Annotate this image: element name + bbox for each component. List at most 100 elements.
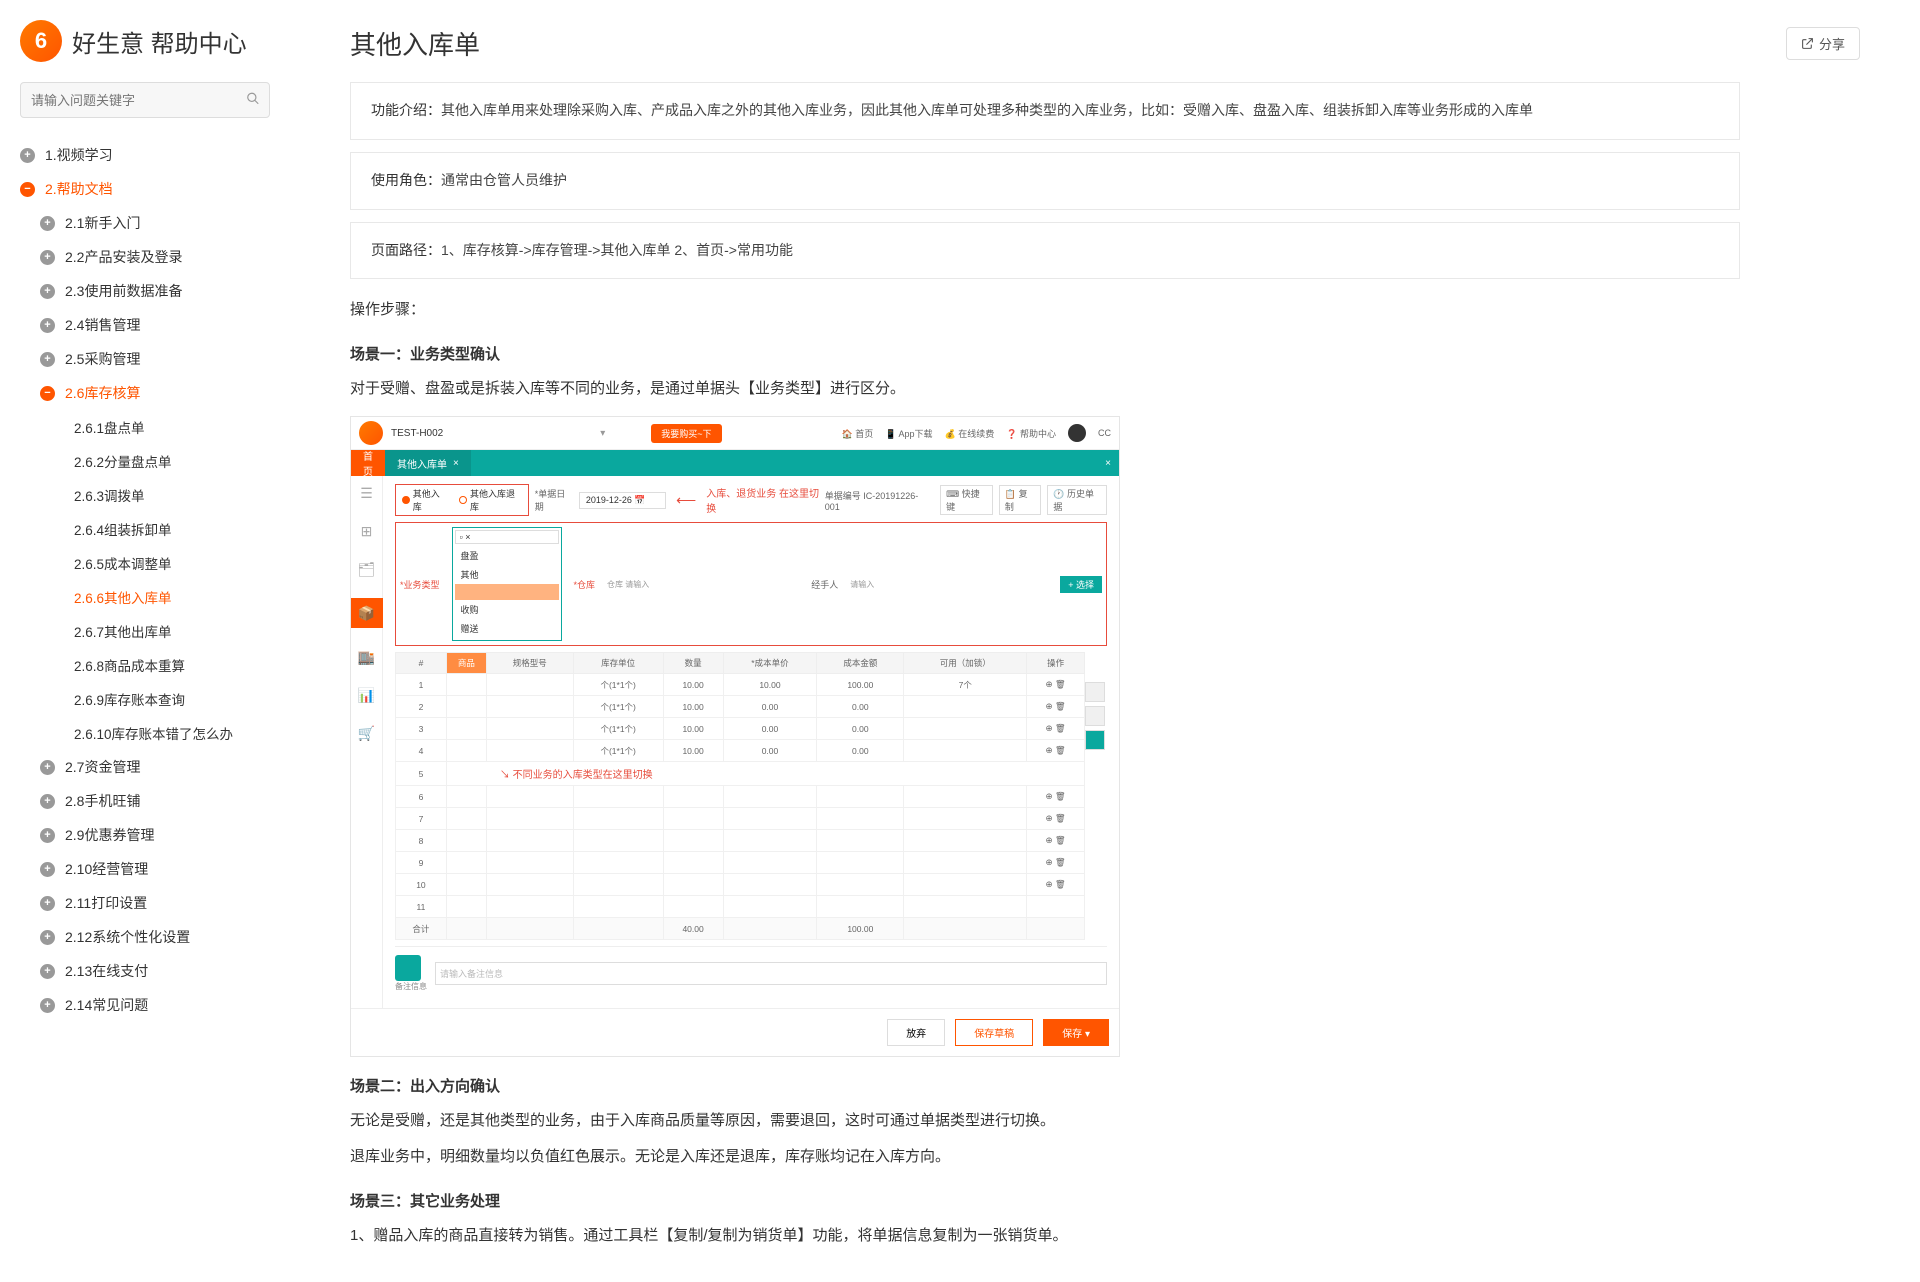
ss-radio-return: 其他入库退库 <box>459 487 522 513</box>
close-icon: × <box>453 458 459 469</box>
nav-2-6-8[interactable]: 2.6.8商品成本重算 <box>20 648 270 682</box>
nav-label: 2.6.9库存账本查询 <box>74 689 185 709</box>
nav-2-1[interactable]: +2.1新手入门 <box>20 206 270 240</box>
nav-label: 2.10经营管理 <box>65 859 148 879</box>
search-input[interactable] <box>20 82 270 118</box>
ss-wh-label: *仓库 <box>574 578 596 591</box>
plus-icon: + <box>40 862 55 877</box>
ss-nav-icon-active: 📦 <box>351 598 383 628</box>
nav-label: 2.7资金管理 <box>65 757 140 777</box>
nav-label: 2.8手机旺铺 <box>65 791 140 811</box>
ss-radio-group: 其他入库 其他入库退库 <box>395 484 529 516</box>
nav-2-12[interactable]: +2.12系统个性化设置 <box>20 920 270 954</box>
share-label: 分享 <box>1819 34 1845 53</box>
search-icon[interactable] <box>246 92 260 109</box>
logo-icon: 6 <box>20 20 62 62</box>
logo[interactable]: 6 好生意 帮助中心 <box>20 20 270 62</box>
table-row: 11 <box>396 896 1085 918</box>
nav-2-13[interactable]: +2.13在线支付 <box>20 954 270 988</box>
nav-label: 2.6.6其他入库单 <box>74 587 172 607</box>
nav-2-6-4[interactable]: 2.6.4组装拆卸单 <box>20 512 270 546</box>
ss-nav-icon: 🗂 <box>358 560 376 578</box>
plus-icon: + <box>20 148 35 163</box>
ss-top-app: 📱 App下载 <box>885 427 932 440</box>
nav-2-2[interactable]: +2.2产品安装及登录 <box>20 240 270 274</box>
table-row: 1个(1*1个)10.0010.00100.007个⊕ 🗑 <box>396 674 1085 696</box>
ss-nav-icon: ☰ <box>358 484 376 502</box>
ss-nav-icon: 📊 <box>358 686 376 704</box>
ss-rt-icon <box>1085 706 1105 726</box>
nav-2-4[interactable]: +2.4销售管理 <box>20 308 270 342</box>
plus-icon: + <box>40 318 55 333</box>
ss-annotation2: 不同业务的入库类型在这里切换 <box>513 770 653 781</box>
nav-2-3[interactable]: +2.3使用前数据准备 <box>20 274 270 308</box>
table-row: 9⊕ 🗑 <box>396 852 1085 874</box>
nav-2-5[interactable]: +2.5采购管理 <box>20 342 270 376</box>
ss-remark-row: 备注信息 请输入备注信息 <box>395 946 1107 1000</box>
plus-icon: + <box>40 352 55 367</box>
info-label: 使用角色： <box>371 172 441 188</box>
info-text: 1、库存核算->库存管理->其他入库单 2、首页->常用功能 <box>441 242 793 258</box>
ss-top-home: 🏠 首页 <box>842 427 874 440</box>
info-text: 其他入库单用来处理除采购入库、产成品入库之外的其他入库业务，因此其他入库单可处理… <box>441 102 1533 118</box>
ss-remark-label: 备注信息 <box>395 981 427 992</box>
nav-2-6-6[interactable]: 2.6.6其他入库单 <box>20 580 270 614</box>
nav-help-docs[interactable]: −2.帮助文档 <box>20 172 270 206</box>
nav-2-6[interactable]: −2.6库存核算 <box>20 376 270 410</box>
info-text: 通常由仓管人员维护 <box>441 172 567 188</box>
nav-2-6-2[interactable]: 2.6.2分量盘点单 <box>20 444 270 478</box>
table-row: 4个(1*1个)10.000.000.00⊕ 🗑 <box>396 740 1085 762</box>
ss-dd-item-selected <box>455 584 559 600</box>
nav-2-6-5[interactable]: 2.6.5成本调整单 <box>20 546 270 580</box>
plus-icon: + <box>40 250 55 265</box>
logo-text: 好生意 帮助中心 <box>72 24 247 59</box>
ss-tool-copy: 📋 复制 <box>999 485 1041 515</box>
nav-label: 1.视频学习 <box>45 145 113 165</box>
nav-label: 2.6.4组装拆卸单 <box>74 519 172 539</box>
table-row: 2个(1*1个)10.000.000.00⊕ 🗑 <box>396 696 1085 718</box>
nav-2-14[interactable]: +2.14常见问题 <box>20 988 270 1022</box>
page-title: 其他入库单 <box>350 25 480 62</box>
th: *成本单价 <box>723 653 817 674</box>
nav-2-6-7[interactable]: 2.6.7其他出库单 <box>20 614 270 648</box>
ss-date-label: *单据日期 <box>535 487 573 513</box>
nav-2-9[interactable]: +2.9优惠券管理 <box>20 818 270 852</box>
info-label: 页面路径： <box>371 242 441 258</box>
nav-2-6-1[interactable]: 2.6.1盘点单 <box>20 410 270 444</box>
th: 可用（加锁） <box>904 653 1027 674</box>
plus-icon: + <box>40 896 55 911</box>
steps-label: 操作步骤： <box>350 295 1740 325</box>
table-row: 10⊕ 🗑 <box>396 874 1085 896</box>
close-icon: × <box>1097 458 1119 469</box>
nav-2-7[interactable]: +2.7资金管理 <box>20 750 270 784</box>
nav-2-6-10[interactable]: 2.6.10库存账本错了怎么办 <box>20 716 270 750</box>
share-button[interactable]: 分享 <box>1786 27 1860 60</box>
th: # <box>396 653 447 674</box>
th: 规格型号 <box>486 653 573 674</box>
ss-handler-label: 经手人 <box>811 578 838 591</box>
nav-2-6-3[interactable]: 2.6.3调拨单 <box>20 478 270 512</box>
nav-label: 2.6.8商品成本重算 <box>74 655 185 675</box>
scene2-text1: 无论是受赠，还是其他类型的业务，由于入库商品质量等原因，需要退回，这时可通过单据… <box>350 1106 1740 1136</box>
sidebar: 6 好生意 帮助中心 +1.视频学习 −2.帮助文档 +2.1新手入门 +2.2… <box>0 0 290 1282</box>
table-row: 8⊕ 🗑 <box>396 830 1085 852</box>
ss-tab-active: 其他入库单× <box>385 450 471 476</box>
ss-nav-icon: 🏬 <box>358 648 376 666</box>
ss-footer: 放弃 保存草稿 保存 ▾ <box>351 1008 1119 1056</box>
table-row: 6⊕ 🗑 <box>396 786 1085 808</box>
nav-label: 2.12系统个性化设置 <box>65 927 190 947</box>
nav-label: 2.5采购管理 <box>65 349 140 369</box>
nav-2-10[interactable]: +2.10经营管理 <box>20 852 270 886</box>
nav-2-8[interactable]: +2.8手机旺铺 <box>20 784 270 818</box>
table-row: 5↘ 不同业务的入库类型在这里切换 <box>396 762 1085 786</box>
ss-type-dropdown: ▫ × 盘盈 其他 收购 赠送 <box>452 527 562 641</box>
scene1-title: 场景一：业务类型确认 <box>350 343 1740 364</box>
ss-tab-bar: 首页 其他入库单× × <box>351 450 1119 476</box>
nav-2-6-9[interactable]: 2.6.9库存账本查询 <box>20 682 270 716</box>
nav-video[interactable]: +1.视频学习 <box>20 138 270 172</box>
nav-label: 2.6库存核算 <box>65 383 140 403</box>
ss-left-nav: ☰ ⊞ 🗂 📦 🏬 📊 🛒 <box>351 476 383 1008</box>
ss-account: TEST-H002 <box>391 428 600 439</box>
scene1-text: 对于受赠、盘盈或是拆装入库等不同的业务，是通过单据头【业务类型】进行区分。 <box>350 374 1740 404</box>
nav-2-11[interactable]: +2.11打印设置 <box>20 886 270 920</box>
